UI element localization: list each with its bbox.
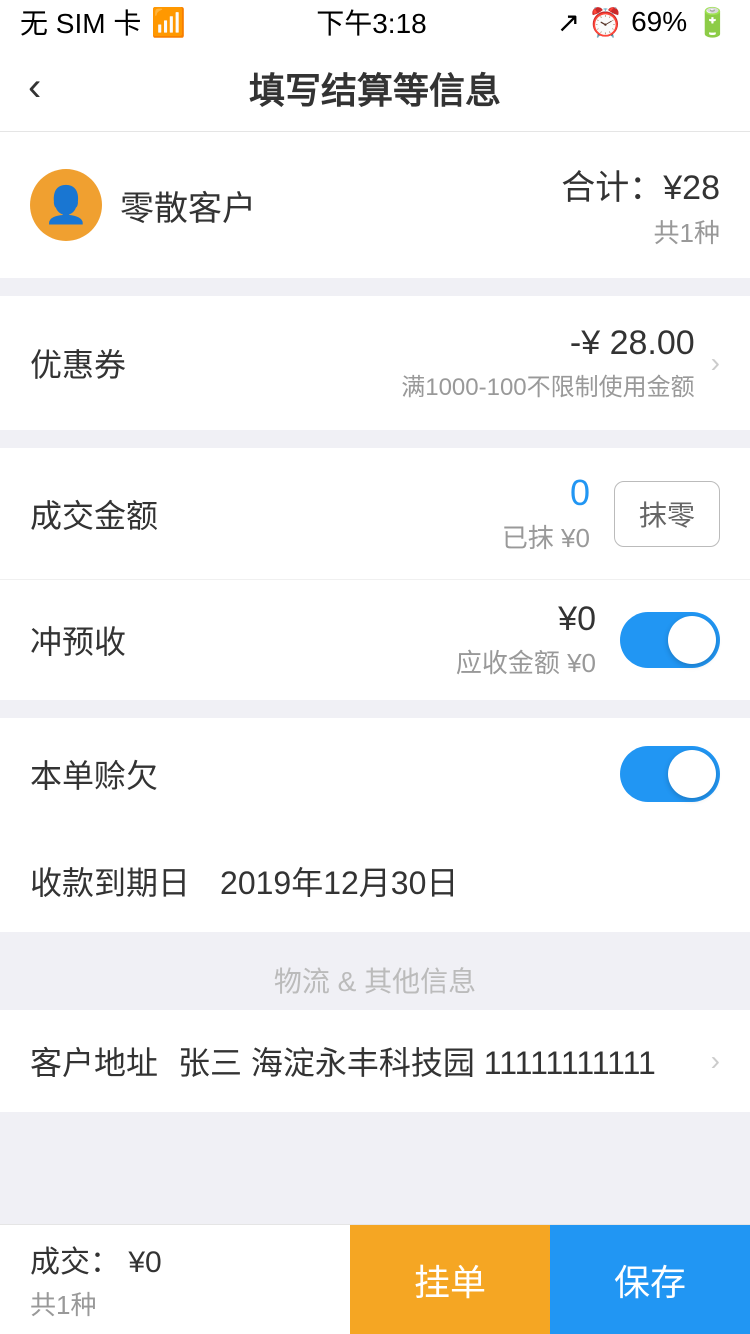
status-time: 下午3:18 <box>316 2 427 42</box>
total-count: 共1种 <box>561 213 720 250</box>
transaction-value: 0 <box>502 472 590 514</box>
debt-toggle-knob <box>668 750 716 798</box>
prepay-right: ¥0 应收金额 ¥0 <box>456 600 720 680</box>
coupon-amount: -¥ 28.00 <box>401 324 694 363</box>
toggle-knob <box>668 616 716 664</box>
bottom-bar: 成交： ¥0 共1种 挂单 保存 <box>0 1224 750 1334</box>
logistics-divider: 物流 & 其他信息 <box>0 950 750 1010</box>
transaction-value-block: 0 已抹 ¥0 <box>502 472 590 555</box>
nav-bar: ‹ 填写结算等信息 <box>0 44 750 132</box>
transaction-right: 0 已抹 ¥0 抹零 <box>502 472 720 555</box>
customer-section: 👤 零散客户 合计：¥28 共1种 <box>0 132 750 278</box>
transaction-sub: 已抹 ¥0 <box>502 518 590 555</box>
round-off-button[interactable]: 抹零 <box>614 481 720 547</box>
status-bar: 无 SIM 卡 📶 下午3:18 ↗ ⏰ 69% 🔋 <box>0 0 750 44</box>
wifi-icon: 📶 <box>151 6 186 39</box>
hold-order-button[interactable]: 挂单 <box>350 1225 550 1334</box>
customer-right: 合计：¥28 共1种 <box>561 160 720 250</box>
prepay-row: 冲预收 ¥0 应收金额 ¥0 <box>0 580 750 700</box>
customer-name: 零散客户 <box>120 181 256 230</box>
customer-row: 👤 零散客户 合计：¥28 共1种 <box>0 132 750 278</box>
prepay-value-block: ¥0 应收金额 ¥0 <box>456 600 596 680</box>
prepay-toggle[interactable] <box>620 612 720 668</box>
prepay-amount: ¥0 <box>456 600 596 639</box>
coupon-desc: 满1000-100不限制使用金额 <box>401 367 694 402</box>
due-date-value: 2019年12月30日 <box>220 858 458 904</box>
battery-level: 69% <box>631 6 687 38</box>
content-area: 👤 零散客户 合计：¥28 共1种 优惠券 -¥ 28.00 满1000-100… <box>0 132 750 1260</box>
status-right: ↗ ⏰ 69% 🔋 <box>557 6 730 39</box>
battery-icon: 🔋 <box>695 6 730 39</box>
chevron-right-icon: › <box>711 347 720 379</box>
debt-section: 本单赊欠 收款到期日 2019年12月30日 <box>0 718 750 932</box>
avatar: 👤 <box>30 169 102 241</box>
status-left: 无 SIM 卡 📶 <box>20 2 186 42</box>
transaction-section: 成交金额 0 已抹 ¥0 抹零 冲预收 ¥0 应收金额 ¥0 <box>0 448 750 700</box>
address-row[interactable]: 客户地址 张三 海淀永丰科技园 11111111111 › <box>0 1010 750 1112</box>
coupon-right: -¥ 28.00 满1000-100不限制使用金额 › <box>401 324 720 402</box>
deal-amount-label: 成交： ¥0 <box>30 1237 320 1281</box>
save-button[interactable]: 保存 <box>550 1225 750 1334</box>
address-value: 张三 海淀永丰科技园 11111111111 <box>178 1038 711 1084</box>
bottom-summary: 成交： ¥0 共1种 <box>0 1237 350 1322</box>
customer-left: 👤 零散客户 <box>30 169 256 241</box>
address-chevron-icon: › <box>711 1045 720 1077</box>
deal-count-label: 共1种 <box>30 1285 320 1322</box>
due-date-label: 收款到期日 <box>30 858 190 904</box>
transaction-row: 成交金额 0 已抹 ¥0 抹零 <box>0 448 750 580</box>
transaction-label: 成交金额 <box>30 491 158 537</box>
total-amount: 合计：¥28 <box>561 160 720 209</box>
alarm-icon: ⏰ <box>588 6 623 39</box>
back-button[interactable]: ‹ <box>28 65 41 110</box>
location-icon: ↗ <box>557 6 580 39</box>
address-label: 客户地址 <box>30 1038 158 1084</box>
debt-row: 本单赊欠 <box>0 718 750 830</box>
page-title: 填写结算等信息 <box>249 62 501 114</box>
prepay-receivable: 应收金额 ¥0 <box>456 643 596 680</box>
sim-status: 无 SIM 卡 <box>20 2 141 42</box>
coupon-value-block: -¥ 28.00 满1000-100不限制使用金额 <box>401 324 694 402</box>
coupon-section[interactable]: 优惠券 -¥ 28.00 满1000-100不限制使用金额 › <box>0 296 750 430</box>
coupon-row[interactable]: 优惠券 -¥ 28.00 满1000-100不限制使用金额 › <box>0 296 750 430</box>
prepay-label: 冲预收 <box>30 617 126 663</box>
debt-toggle[interactable] <box>620 746 720 802</box>
logistics-label: 物流 & 其他信息 <box>274 960 476 1000</box>
avatar-icon: 👤 <box>44 184 89 226</box>
due-date-row: 收款到期日 2019年12月30日 <box>0 830 750 932</box>
coupon-label: 优惠券 <box>30 340 126 386</box>
address-section[interactable]: 客户地址 张三 海淀永丰科技园 11111111111 › <box>0 1010 750 1112</box>
debt-label: 本单赊欠 <box>30 751 158 797</box>
